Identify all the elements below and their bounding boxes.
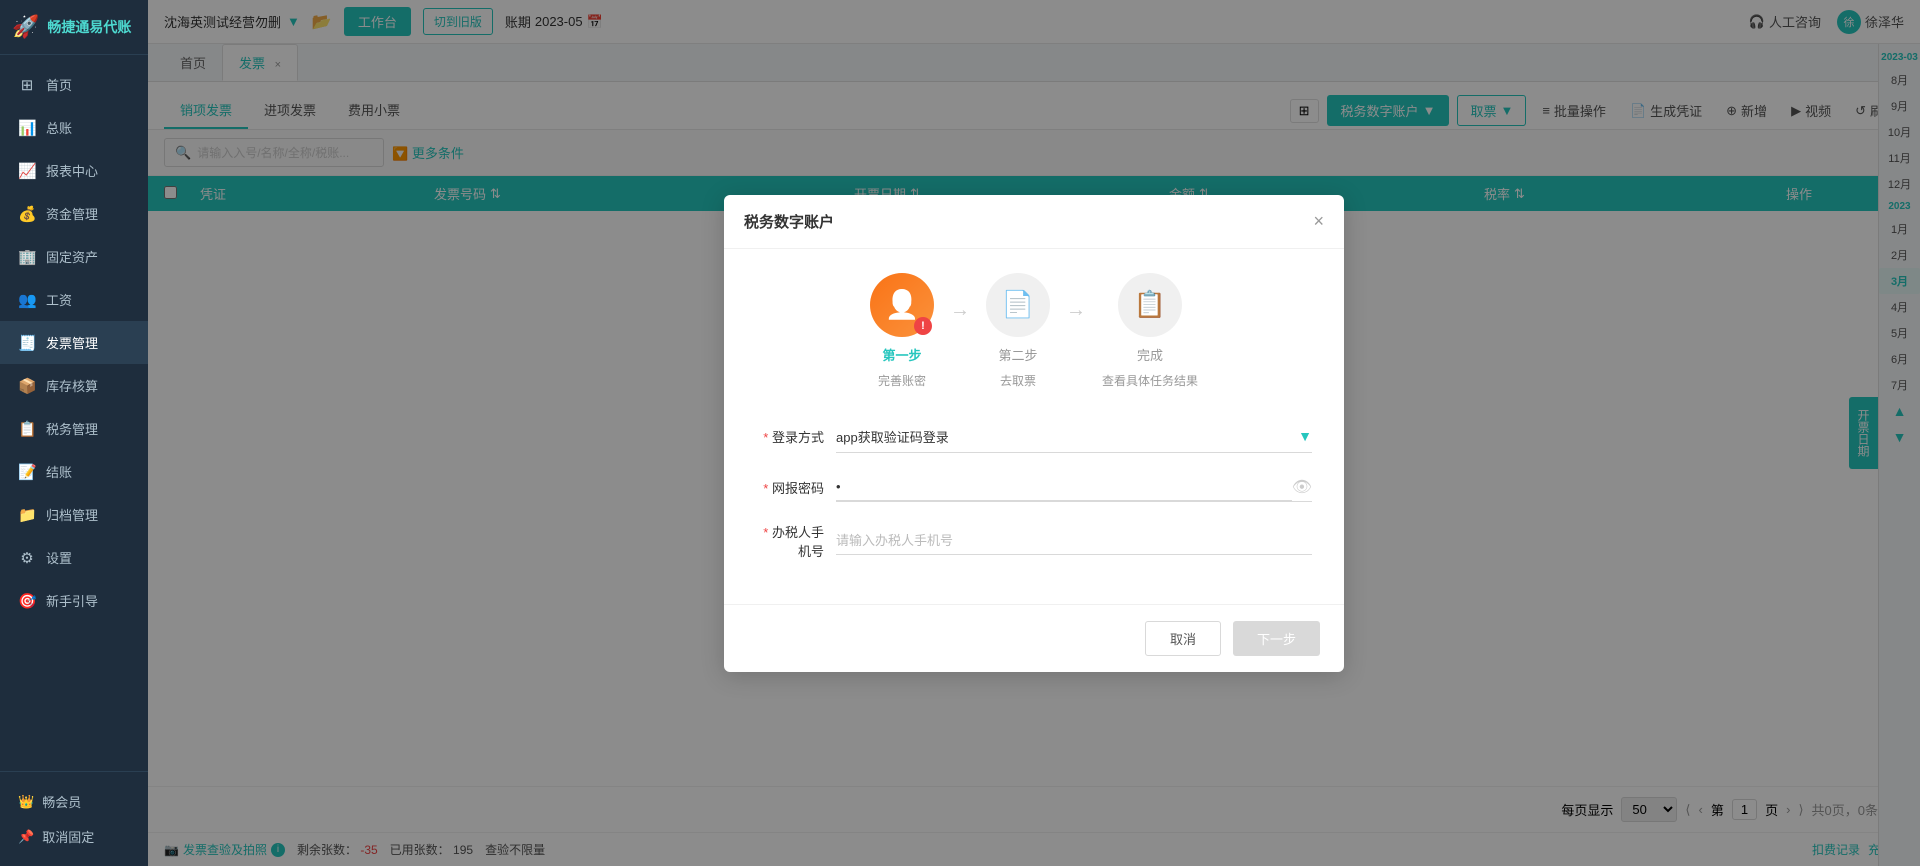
- inventory-icon: 📦: [18, 377, 36, 395]
- close-account-icon: 📝: [18, 463, 36, 481]
- modal-title: 税务数字账户: [744, 211, 834, 232]
- main-content: 沈海英测试经营勿删 ▼ 📂 工作台 切到旧版 账期 2023-05 📅 🎧 人工…: [148, 0, 1920, 866]
- sidebar-item-payroll[interactable]: 👥 工资: [0, 278, 148, 321]
- sidebar-item-tax[interactable]: 📋 税务管理: [0, 407, 148, 450]
- step-3-circle: 📋: [1118, 273, 1182, 337]
- required-star: *: [763, 430, 768, 445]
- app-logo: 🚀 畅捷通易代账: [0, 0, 148, 55]
- cancel-button[interactable]: 取消: [1145, 621, 1221, 656]
- select-dropdown-icon: ▼: [1298, 428, 1312, 444]
- sidebar-bottom: 👑 畅会员 📌 取消固定: [0, 771, 148, 866]
- reports-icon: 📈: [18, 162, 36, 180]
- tax-phone-label: * 办税人手机号: [756, 522, 836, 560]
- step-arrow-1: →: [934, 299, 986, 362]
- home-icon: ⊞: [18, 76, 36, 94]
- step-1-error-badge: !: [914, 317, 932, 335]
- step-1: 👤 ! 第一步 完善账密: [870, 273, 934, 389]
- finance-icon: 💰: [18, 205, 36, 223]
- modal-close-button[interactable]: ×: [1313, 211, 1324, 232]
- membership-icon: 👑: [18, 794, 34, 810]
- step-2-label: 第二步: [998, 345, 1037, 364]
- step-2-circle: 📄: [986, 273, 1050, 337]
- settings-icon: ⚙: [18, 549, 36, 567]
- modal-footer: 取消 下一步: [724, 604, 1344, 672]
- step-2-icon: 📄: [1002, 289, 1034, 320]
- sidebar-item-label: 库存核算: [46, 376, 98, 395]
- modal-overlay: 税务数字账户 × 👤 ! 第一步 完善账密: [148, 0, 1920, 866]
- step-3-label: 完成: [1137, 345, 1163, 364]
- sidebar-item-label: 首页: [46, 75, 72, 94]
- sidebar-item-label: 新手引导: [46, 591, 98, 610]
- login-method-label: * 登录方式: [756, 427, 836, 446]
- sidebar-item-label: 发票管理: [46, 333, 98, 352]
- sidebar-collapse-btn[interactable]: 📌 取消固定: [18, 819, 130, 854]
- sidebar-item-reports[interactable]: 📈 报表中心: [0, 149, 148, 192]
- sidebar-item-label: 工资: [46, 290, 72, 309]
- pin-icon: 📌: [18, 829, 34, 845]
- sidebar-item-membership[interactable]: 👑 畅会员: [18, 784, 130, 819]
- assets-icon: 🏢: [18, 248, 36, 266]
- step-2-desc: 去取票: [1000, 372, 1036, 389]
- form-row-tax-phone: * 办税人手机号: [756, 522, 1312, 560]
- sidebar-item-label: 资金管理: [46, 204, 98, 223]
- sidebar-item-label: 设置: [46, 548, 72, 567]
- guide-icon: 🎯: [18, 592, 36, 610]
- sidebar-item-archive[interactable]: 📁 归档管理: [0, 493, 148, 536]
- logo-icon: 🚀: [12, 14, 39, 40]
- form-row-login-method: * 登录方式 app获取验证码登录 ▼: [756, 421, 1312, 453]
- form-row-net-password: * 网报密码 👁: [756, 473, 1312, 502]
- sidebar-item-label: 报表中心: [46, 161, 98, 180]
- invoice-icon: 🧾: [18, 334, 36, 352]
- sidebar-item-ledger[interactable]: 📊 总账: [0, 106, 148, 149]
- step-2: 📄 第二步 去取票: [986, 273, 1050, 389]
- step-3-desc: 查看具体任务结果: [1102, 372, 1198, 389]
- membership-label: 畅会员: [42, 792, 81, 811]
- ledger-icon: 📊: [18, 119, 36, 137]
- step-1-circle: 👤 !: [870, 273, 934, 337]
- step-1-label: 第一步: [882, 345, 921, 364]
- sidebar-nav: ⊞ 首页 📊 总账 📈 报表中心 💰 资金管理 🏢 固定资产 👥 工资: [0, 55, 148, 771]
- required-star: *: [763, 525, 768, 540]
- step-1-desc: 完善账密: [878, 372, 926, 389]
- sidebar-item-label: 税务管理: [46, 419, 98, 438]
- payroll-icon: 👥: [18, 291, 36, 309]
- collapse-label: 取消固定: [42, 827, 94, 846]
- sidebar-item-label: 固定资产: [46, 247, 98, 266]
- login-method-value: app获取验证码登录: [836, 427, 949, 446]
- step-1-icon: 👤: [885, 288, 920, 321]
- sidebar-item-label: 归档管理: [46, 505, 98, 524]
- net-password-label: * 网报密码: [756, 478, 836, 497]
- step-arrow-2: →: [1050, 299, 1102, 362]
- step-3: 📋 完成 查看具体任务结果: [1102, 273, 1198, 389]
- required-star: *: [763, 481, 768, 496]
- sidebar-item-inventory[interactable]: 📦 库存核算: [0, 364, 148, 407]
- net-password-field: 👁: [836, 473, 1312, 502]
- sidebar-item-assets[interactable]: 🏢 固定资产: [0, 235, 148, 278]
- password-toggle-icon[interactable]: 👁: [1292, 477, 1312, 497]
- app-name: 畅捷通易代账: [47, 17, 131, 37]
- tax-phone-input[interactable]: [836, 527, 1312, 555]
- sidebar-item-close[interactable]: 📝 结账: [0, 450, 148, 493]
- sidebar: 🚀 畅捷通易代账 ⊞ 首页 📊 总账 📈 报表中心 💰 资金管理 🏢 固: [0, 0, 148, 866]
- login-method-select[interactable]: app获取验证码登录 ▼: [836, 421, 1312, 453]
- modal-body: 👤 ! 第一步 完善账密 → 📄: [724, 249, 1344, 604]
- steps-indicator: 👤 ! 第一步 完善账密 → 📄: [756, 273, 1312, 389]
- sidebar-item-invoice[interactable]: 🧾 发票管理: [0, 321, 148, 364]
- sidebar-item-finance[interactable]: 💰 资金管理: [0, 192, 148, 235]
- tax-icon: 📋: [18, 420, 36, 438]
- sidebar-item-label: 结账: [46, 462, 72, 481]
- sidebar-item-guide[interactable]: 🎯 新手引导: [0, 579, 148, 622]
- sidebar-item-settings[interactable]: ⚙ 设置: [0, 536, 148, 579]
- next-step-button[interactable]: 下一步: [1233, 621, 1320, 656]
- modal-header: 税务数字账户 ×: [724, 195, 1344, 249]
- net-password-input[interactable]: [836, 473, 1292, 501]
- archive-icon: 📁: [18, 506, 36, 524]
- step-3-icon: 📋: [1134, 289, 1166, 320]
- tax-account-modal: 税务数字账户 × 👤 ! 第一步 完善账密: [724, 195, 1344, 672]
- sidebar-item-home[interactable]: ⊞ 首页: [0, 63, 148, 106]
- sidebar-item-label: 总账: [46, 118, 72, 137]
- form: * 登录方式 app获取验证码登录 ▼ *: [756, 421, 1312, 560]
